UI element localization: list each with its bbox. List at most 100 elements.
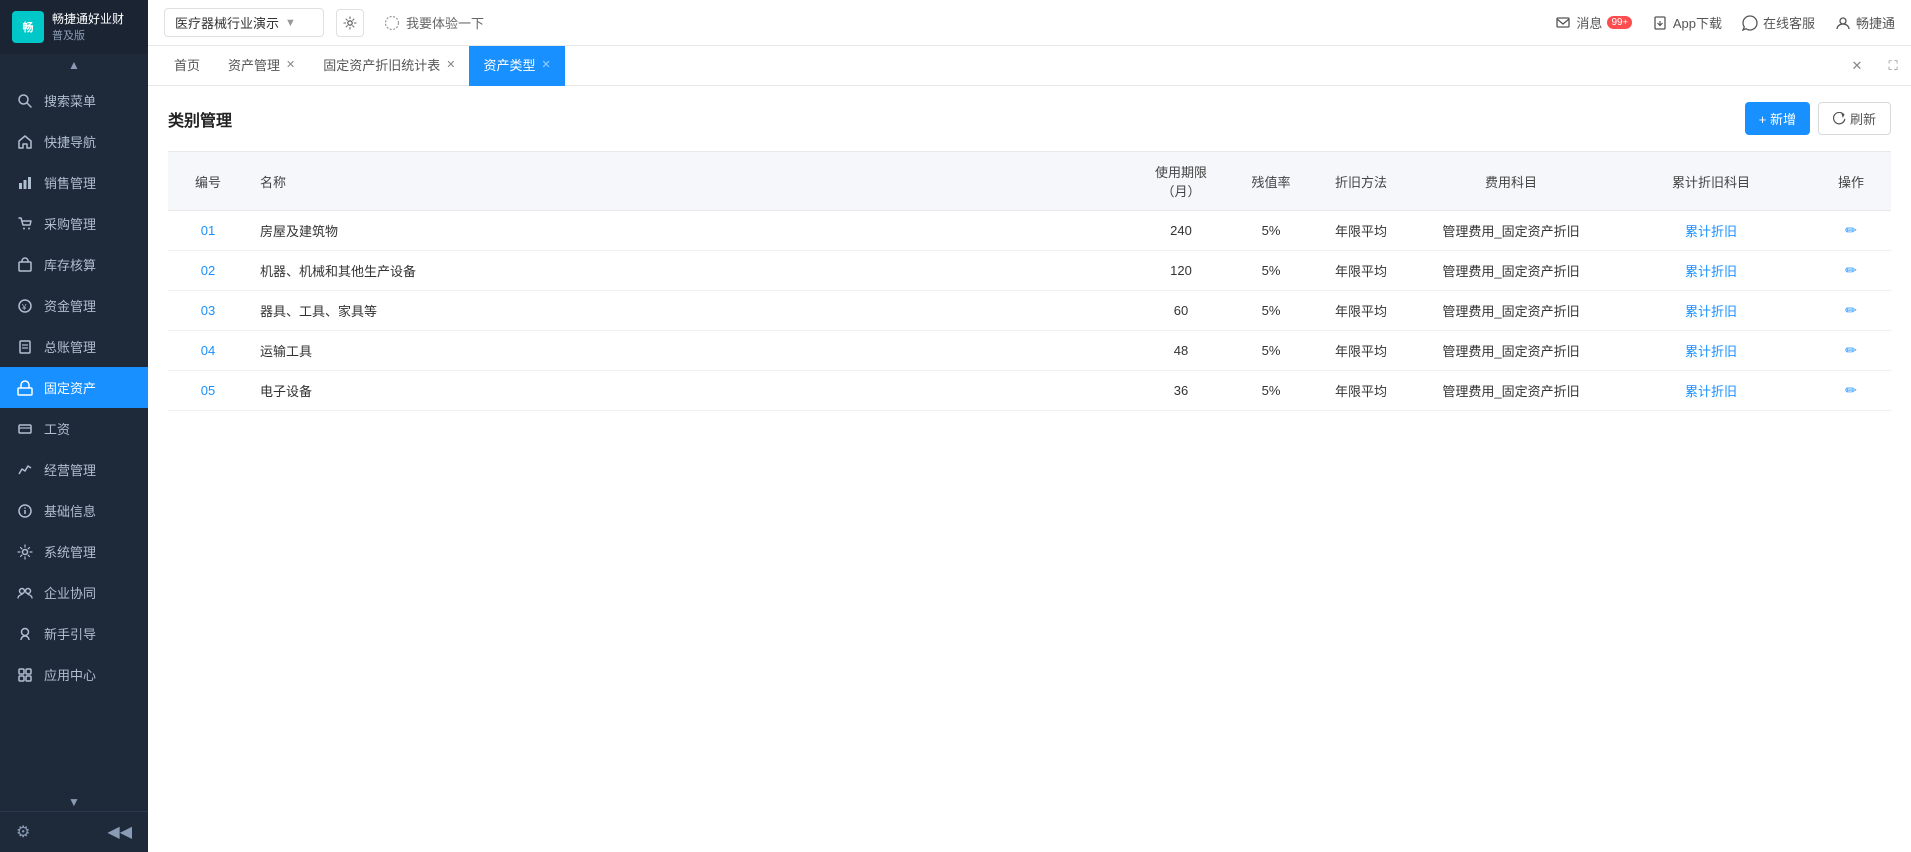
main-content: 医疗器械行业演示 ▼ 我要体验一下 消息 99+ App下载 在线客服 (148, 0, 1911, 852)
scroll-down-btn[interactable]: ▼ (0, 793, 148, 811)
code-link[interactable]: 01 (201, 223, 215, 238)
page-header: 类别管理 + 新增 刷新 (168, 102, 1891, 135)
sidebar-item-fixed-assets[interactable]: 固定资产 (0, 367, 148, 408)
experience-button[interactable]: 我要体验一下 (376, 9, 492, 36)
sidebar-item-guide[interactable]: 新手引导 (0, 613, 148, 654)
cell-action: ✏ (1811, 251, 1891, 291)
cell-residual: 5% (1231, 211, 1311, 251)
sidebar-item-app-center[interactable]: 应用中心 (0, 654, 148, 695)
topbar-right: 消息 99+ App下载 在线客服 畅捷通 (1555, 13, 1895, 32)
table-row: 03 器具、工具、家具等 60 5% 年限平均 管理费用_固定资产折旧 累计折旧… (168, 291, 1891, 331)
app-download-button[interactable]: App下载 (1652, 13, 1722, 32)
sidebar-nav: 搜索菜单 快捷导航 销售管理 采购管理 库存核算 (0, 76, 148, 793)
experience-label: 我要体验一下 (406, 13, 484, 32)
accum-link[interactable]: 累计折旧 (1685, 224, 1737, 239)
table-row: 02 机器、机械和其他生产设备 120 5% 年限平均 管理费用_固定资产折旧 … (168, 251, 1891, 291)
code-link[interactable]: 05 (201, 383, 215, 398)
cell-code: 02 (168, 251, 248, 291)
sidebar-item-system[interactable]: 系统管理 (0, 531, 148, 572)
sidebar-item-inventory[interactable]: 库存核算 (0, 244, 148, 285)
message-button[interactable]: 消息 99+ (1555, 13, 1631, 32)
cell-method: 年限平均 (1311, 211, 1411, 251)
col-header-name: 名称 (248, 152, 1131, 211)
cell-accum: 累计折旧 (1611, 211, 1811, 251)
app-title: 畅捷通好业财 (52, 11, 124, 28)
maximize-window-button[interactable]: ⛶ (1875, 46, 1911, 86)
cell-name: 运输工具 (248, 331, 1131, 371)
sidebar-item-label: 新手引导 (44, 624, 96, 643)
sidebar-title-block: 畅捷通好业财 普及版 (52, 11, 124, 44)
cell-residual: 5% (1231, 331, 1311, 371)
company-selector-label: 医疗器械行业演示 (175, 13, 279, 32)
table-header-row: 编号 名称 使用期限（月） 残值率 折旧方法 费用科目 累计折旧科目 操作 (168, 152, 1891, 211)
cell-residual: 5% (1231, 251, 1311, 291)
user-menu[interactable]: 畅捷通 (1835, 13, 1895, 32)
enterprise-icon (16, 584, 34, 602)
sidebar-item-purchase[interactable]: 采购管理 (0, 203, 148, 244)
edit-button[interactable]: ✏ (1845, 222, 1857, 238)
sidebar-item-label: 总账管理 (44, 337, 96, 356)
cell-action: ✏ (1811, 371, 1891, 411)
collapse-sidebar-icon[interactable]: ◀◀ (107, 822, 132, 842)
sidebar-item-enterprise[interactable]: 企业协同 (0, 572, 148, 613)
company-selector[interactable]: 医疗器械行业演示 ▼ (164, 8, 324, 37)
cell-period: 48 (1131, 331, 1231, 371)
sidebar-item-quick-nav[interactable]: 快捷导航 (0, 121, 148, 162)
close-tab-asset-type[interactable]: ✕ (542, 58, 551, 71)
tab-depreciation-label: 固定资产折旧统计表 (323, 55, 440, 74)
home-icon (16, 133, 34, 151)
page-title: 类别管理 (168, 107, 232, 131)
cell-expense: 管理费用_固定资产折旧 (1411, 251, 1611, 291)
settings-button[interactable] (336, 9, 364, 37)
cell-action: ✏ (1811, 331, 1891, 371)
col-header-period: 使用期限（月） (1131, 152, 1231, 211)
accum-link[interactable]: 累计折旧 (1685, 344, 1737, 359)
tab-home[interactable]: 首页 (160, 46, 214, 86)
col-header-expense: 费用科目 (1411, 152, 1611, 211)
app-center-icon (16, 666, 34, 684)
sidebar-item-ledger[interactable]: 总账管理 (0, 326, 148, 367)
refresh-button[interactable]: 刷新 (1818, 102, 1891, 135)
sidebar-item-payroll[interactable]: 工资 (0, 408, 148, 449)
sidebar-item-label: 固定资产 (44, 378, 96, 397)
sidebar-item-search[interactable]: 搜索菜单 (0, 80, 148, 121)
sidebar-item-operations[interactable]: 经营管理 (0, 449, 148, 490)
inventory-icon (16, 256, 34, 274)
online-service-button[interactable]: 在线客服 (1742, 13, 1815, 32)
cell-residual: 5% (1231, 291, 1311, 331)
code-link[interactable]: 03 (201, 303, 215, 318)
refresh-label: 刷新 (1850, 109, 1876, 128)
cell-code: 01 (168, 211, 248, 251)
accum-link[interactable]: 累计折旧 (1685, 264, 1737, 279)
cell-period: 240 (1131, 211, 1231, 251)
tab-asset-type[interactable]: 资产类型 ✕ (469, 46, 564, 86)
close-tab-asset-mgmt[interactable]: ✕ (286, 58, 295, 71)
cell-expense: 管理费用_固定资产折旧 (1411, 211, 1611, 251)
window-controls: ✕ ⛶ (1839, 46, 1911, 86)
purchase-icon (16, 215, 34, 233)
tab-depreciation[interactable]: 固定资产折旧统计表 ✕ (309, 46, 469, 86)
app-edition: 普及版 (52, 27, 124, 43)
settings-footer-icon[interactable]: ⚙ (16, 822, 30, 842)
tab-asset-mgmt[interactable]: 资产管理 ✕ (214, 46, 309, 86)
new-button[interactable]: + 新增 (1745, 102, 1810, 135)
edit-button[interactable]: ✏ (1845, 342, 1857, 358)
code-link[interactable]: 02 (201, 263, 215, 278)
edit-button[interactable]: ✏ (1845, 302, 1857, 318)
col-header-accum: 累计折旧科目 (1611, 152, 1811, 211)
table-row: 04 运输工具 48 5% 年限平均 管理费用_固定资产折旧 累计折旧 ✏ (168, 331, 1891, 371)
close-window-button[interactable]: ✕ (1839, 46, 1875, 86)
sidebar-item-sales[interactable]: 销售管理 (0, 162, 148, 203)
accum-link[interactable]: 累计折旧 (1685, 384, 1737, 399)
sidebar-item-capital[interactable]: ¥ 资金管理 (0, 285, 148, 326)
edit-button[interactable]: ✏ (1845, 262, 1857, 278)
accum-link[interactable]: 累计折旧 (1685, 304, 1737, 319)
cell-method: 年限平均 (1311, 371, 1411, 411)
cell-method: 年限平均 (1311, 251, 1411, 291)
sidebar-item-basic-info[interactable]: 基础信息 (0, 490, 148, 531)
cell-method: 年限平均 (1311, 291, 1411, 331)
edit-button[interactable]: ✏ (1845, 382, 1857, 398)
scroll-up-btn[interactable]: ▲ (0, 54, 148, 76)
close-tab-depreciation[interactable]: ✕ (446, 58, 455, 71)
code-link[interactable]: 04 (201, 343, 215, 358)
